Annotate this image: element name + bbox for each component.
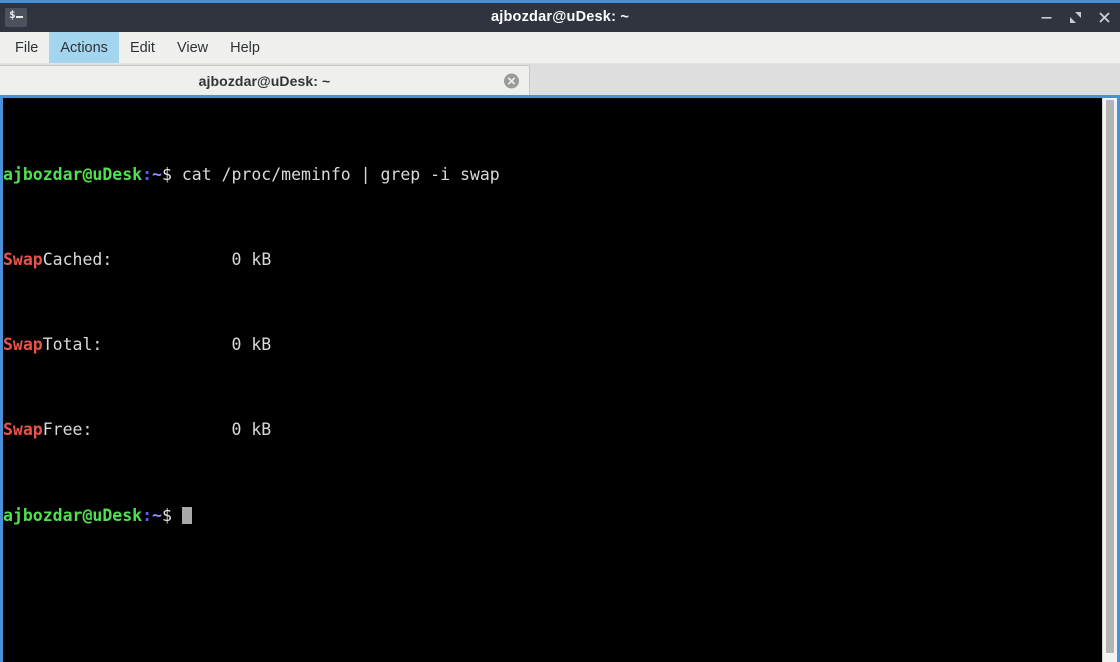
prompt-sigil: $ <box>161 505 172 525</box>
output-label: Free: <box>42 420 93 440</box>
grep-match: Swap <box>3 420 43 440</box>
terminal-window: $ ajbozdar@uDesk: ~ File Actions Edit Vi… <box>0 0 1120 662</box>
terminal-line: SwapFree: 0 kB <box>3 419 1102 440</box>
terminal-command: cat /proc/meminfo | grep -i swap <box>171 164 500 184</box>
tab-label: ajbozdar@uDesk: ~ <box>198 72 331 89</box>
menu-item-actions[interactable]: Actions <box>49 32 119 63</box>
prompt-path: ~ <box>152 164 162 184</box>
window-title: ajbozdar@uDesk: ~ <box>490 9 629 25</box>
output-label: Total: <box>42 335 103 355</box>
prompt-user-host: ajbozdar@uDesk <box>3 164 143 184</box>
menubar: File Actions Edit View Help <box>0 32 1120 64</box>
terminal-body: ajbozdar@uDesk:~$ cat /proc/meminfo | gr… <box>0 95 1120 662</box>
terminal-line: SwapCached: 0 kB <box>3 249 1102 270</box>
tabbar: ajbozdar@uDesk: ~ <box>0 64 1120 95</box>
close-icon[interactable] <box>1097 10 1112 25</box>
menu-item-view[interactable]: View <box>166 32 219 63</box>
scrollbar-thumb[interactable] <box>1106 100 1114 653</box>
output-padding <box>102 335 231 354</box>
terminal-icon: $ <box>5 8 27 27</box>
prompt-colon: : <box>142 505 153 525</box>
output-value: 0 kB <box>231 420 272 440</box>
terminal-line: SwapTotal: 0 kB <box>3 334 1102 355</box>
prompt-colon: : <box>142 164 153 184</box>
titlebar[interactable]: $ ajbozdar@uDesk: ~ <box>0 3 1120 32</box>
close-circle-icon[interactable] <box>503 72 520 89</box>
menu-item-file[interactable]: File <box>4 32 49 63</box>
prompt-path: ~ <box>152 505 162 525</box>
output-padding <box>112 250 231 269</box>
grep-match: Swap <box>3 335 43 355</box>
terminal-line: ajbozdar@uDesk:~$ <box>3 505 1102 526</box>
window-controls <box>1039 3 1112 32</box>
output-padding <box>92 420 231 439</box>
prompt-sigil: $ <box>161 164 172 184</box>
terminal-output: ajbozdar@uDesk:~$ cat /proc/meminfo | gr… <box>3 100 1102 590</box>
terminal-line: ajbozdar@uDesk:~$ cat /proc/meminfo | gr… <box>3 164 1102 185</box>
menu-item-help[interactable]: Help <box>219 32 271 63</box>
menu-item-edit[interactable]: Edit <box>119 32 166 63</box>
tab-terminal[interactable]: ajbozdar@uDesk: ~ <box>0 65 530 95</box>
output-value: 0 kB <box>231 250 272 270</box>
prompt-gap <box>172 506 182 525</box>
terminal-icon-glyph: $ <box>9 8 16 21</box>
prompt-user-host: ajbozdar@uDesk <box>3 505 143 525</box>
terminal-cursor <box>181 506 192 524</box>
terminal-scrollbar[interactable] <box>1102 98 1117 662</box>
terminal-screen[interactable]: ajbozdar@uDesk:~$ cat /proc/meminfo | gr… <box>3 98 1102 662</box>
output-value: 0 kB <box>231 335 272 355</box>
grep-match: Swap <box>3 250 43 270</box>
terminal-icon-cursor <box>16 16 23 18</box>
minimize-icon[interactable] <box>1039 10 1054 25</box>
output-label: Cached: <box>42 250 113 270</box>
maximize-icon[interactable] <box>1068 10 1083 25</box>
